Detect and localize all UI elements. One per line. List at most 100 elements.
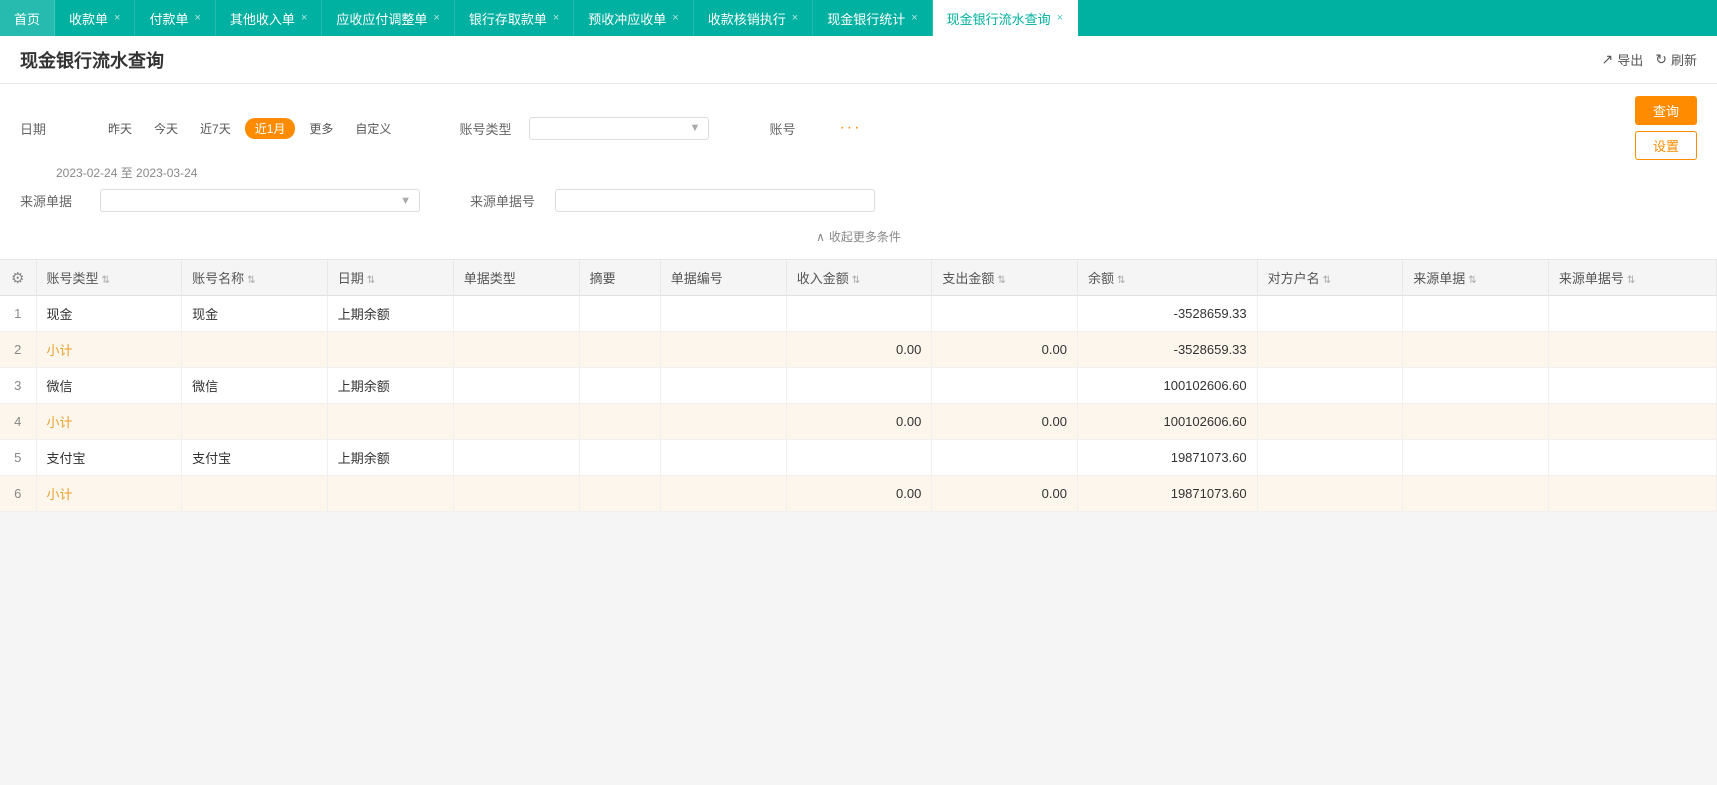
collapse-bar[interactable]: ∧ 收起更多条件 xyxy=(20,222,1697,247)
cell-account-name xyxy=(182,476,328,512)
cell-counterparty xyxy=(1257,368,1403,404)
col-source-doc-no[interactable]: 来源单据号⇅ xyxy=(1548,260,1716,296)
col-counterparty[interactable]: 对方户名⇅ xyxy=(1257,260,1403,296)
cell-date: 上期余额 xyxy=(327,296,453,332)
cell-doc-no xyxy=(660,440,786,476)
cell-source-doc xyxy=(1403,332,1549,368)
cell-summary xyxy=(579,368,660,404)
cell-account-name: 现金 xyxy=(182,296,328,332)
date-btn-7days[interactable]: 近7天 xyxy=(192,118,239,139)
cell-source-doc xyxy=(1403,476,1549,512)
cell-expense: 0.00 xyxy=(932,404,1078,440)
nav-advance[interactable]: 预收冲应收单 × xyxy=(574,0,693,36)
col-balance[interactable]: 余额⇅ xyxy=(1077,260,1257,296)
col-settings[interactable]: ⚙ xyxy=(0,260,36,296)
cell-account-name xyxy=(182,332,328,368)
cell-summary xyxy=(579,332,660,368)
nav-payments[interactable]: 付款单 × xyxy=(135,0,215,36)
table-row: 4 小计 0.00 0.00 100102606.60 xyxy=(0,404,1717,440)
date-btn-1month[interactable]: 近1月 xyxy=(245,118,296,139)
data-table-container: ⚙ 账号类型⇅ 账号名称⇅ 日期⇅ 单据类型 摘要 单据编号 收入金额⇅ xyxy=(0,260,1717,512)
close-icon[interactable]: × xyxy=(1057,12,1063,24)
col-account-name[interactable]: 账号名称⇅ xyxy=(182,260,328,296)
cell-counterparty xyxy=(1257,404,1403,440)
cell-row-num: 6 xyxy=(0,476,36,512)
table-row: 1 现金 现金 上期余额 -3528659.33 xyxy=(0,296,1717,332)
close-icon[interactable]: × xyxy=(301,12,307,24)
nav-cash-bank-flow[interactable]: 现金银行流水查询 × xyxy=(933,0,1078,36)
close-icon[interactable]: × xyxy=(114,12,120,24)
date-btn-today[interactable]: 今天 xyxy=(146,118,186,139)
cell-row-num: 5 xyxy=(0,440,36,476)
close-icon[interactable]: × xyxy=(911,12,917,24)
cell-account-type: 现金 xyxy=(36,296,182,332)
export-button[interactable]: ↗ 导出 xyxy=(1602,50,1644,69)
close-icon[interactable]: × xyxy=(433,12,439,24)
cell-doc-no xyxy=(660,296,786,332)
cell-account-name: 支付宝 xyxy=(182,440,328,476)
export-icon: ↗ xyxy=(1602,51,1614,68)
cell-expense xyxy=(932,296,1078,332)
nav-adjustment[interactable]: 应收应付调整单 × xyxy=(322,0,454,36)
col-income[interactable]: 收入金额⇅ xyxy=(786,260,932,296)
cell-account-type: 小计 xyxy=(36,404,182,440)
col-date[interactable]: 日期⇅ xyxy=(327,260,453,296)
col-account-type[interactable]: 账号类型⇅ xyxy=(36,260,182,296)
date-btn-more[interactable]: 更多 xyxy=(301,118,341,139)
col-source-doc[interactable]: 来源单据⇅ xyxy=(1403,260,1549,296)
refresh-button[interactable]: ↻ 刷新 xyxy=(1655,50,1697,69)
close-icon[interactable]: × xyxy=(553,12,559,24)
cell-balance: -3528659.33 xyxy=(1077,296,1257,332)
nav-home[interactable]: 首页 xyxy=(0,0,55,36)
col-doc-type: 单据类型 xyxy=(453,260,579,296)
cell-doc-type xyxy=(453,476,579,512)
filter-row-2: 来源单据 ▼ 来源单据号 xyxy=(20,189,1697,212)
sort-icon: ⇅ xyxy=(102,275,110,286)
account-type-select[interactable]: ▼ xyxy=(529,117,709,140)
cell-row-num: 4 xyxy=(0,404,36,440)
cell-account-name: 微信 xyxy=(182,368,328,404)
account-type-label: 账号类型 xyxy=(459,119,519,138)
col-summary: 摘要 xyxy=(579,260,660,296)
nav-bank-deposit[interactable]: 银行存取款单 × xyxy=(455,0,574,36)
source-doc-select[interactable]: ▼ xyxy=(100,189,420,212)
table-row: 2 小计 0.00 0.00 -3528659.33 xyxy=(0,332,1717,368)
sort-icon: ⇅ xyxy=(1468,275,1476,286)
nav-other-income[interactable]: 其他收入单 × xyxy=(216,0,322,36)
col-expense[interactable]: 支出金额⇅ xyxy=(932,260,1078,296)
nav-collection-exec[interactable]: 收款核销执行 × xyxy=(694,0,813,36)
query-button[interactable]: 查询 xyxy=(1635,96,1697,125)
cell-doc-type xyxy=(453,332,579,368)
nav-cash-bank-stats[interactable]: 现金银行统计 × xyxy=(813,0,932,36)
chevron-down-icon: ▼ xyxy=(690,122,701,134)
cell-balance: -3528659.33 xyxy=(1077,332,1257,368)
cell-income: 0.00 xyxy=(786,476,932,512)
cell-income xyxy=(786,368,932,404)
cell-source-doc-no xyxy=(1548,440,1716,476)
source-doc-no-input[interactable] xyxy=(555,189,875,212)
settings-button[interactable]: 设置 xyxy=(1635,131,1697,160)
close-icon[interactable]: × xyxy=(792,12,798,24)
cell-expense: 0.00 xyxy=(932,476,1078,512)
cell-doc-no xyxy=(660,404,786,440)
close-icon[interactable]: × xyxy=(672,12,678,24)
cell-account-type: 小计 xyxy=(36,332,182,368)
close-icon[interactable]: × xyxy=(194,12,200,24)
filter-row-1: 日期 昨天 今天 近7天 近1月 更多 自定义 账号类型 ▼ 账号 ··· 查询… xyxy=(20,96,1697,160)
cell-date: 上期余额 xyxy=(327,368,453,404)
date-label: 日期 xyxy=(20,119,80,138)
cell-expense xyxy=(932,368,1078,404)
source-doc-no-label: 来源单据号 xyxy=(470,191,535,210)
table-row: 6 小计 0.00 0.00 19871073.60 xyxy=(0,476,1717,512)
sort-icon: ⇅ xyxy=(852,275,860,286)
nav-receipts[interactable]: 收款单 × xyxy=(55,0,135,36)
date-shortcuts: 昨天 今天 近7天 近1月 更多 自定义 xyxy=(100,118,399,139)
cell-source-doc xyxy=(1403,296,1549,332)
cell-counterparty xyxy=(1257,476,1403,512)
settings-gear-icon[interactable]: ⚙ xyxy=(11,270,24,287)
date-btn-yesterday[interactable]: 昨天 xyxy=(100,118,140,139)
cell-expense xyxy=(932,440,1078,476)
account-ellipsis-button[interactable]: ··· xyxy=(839,119,861,137)
cell-date xyxy=(327,476,453,512)
date-btn-custom[interactable]: 自定义 xyxy=(347,118,399,139)
